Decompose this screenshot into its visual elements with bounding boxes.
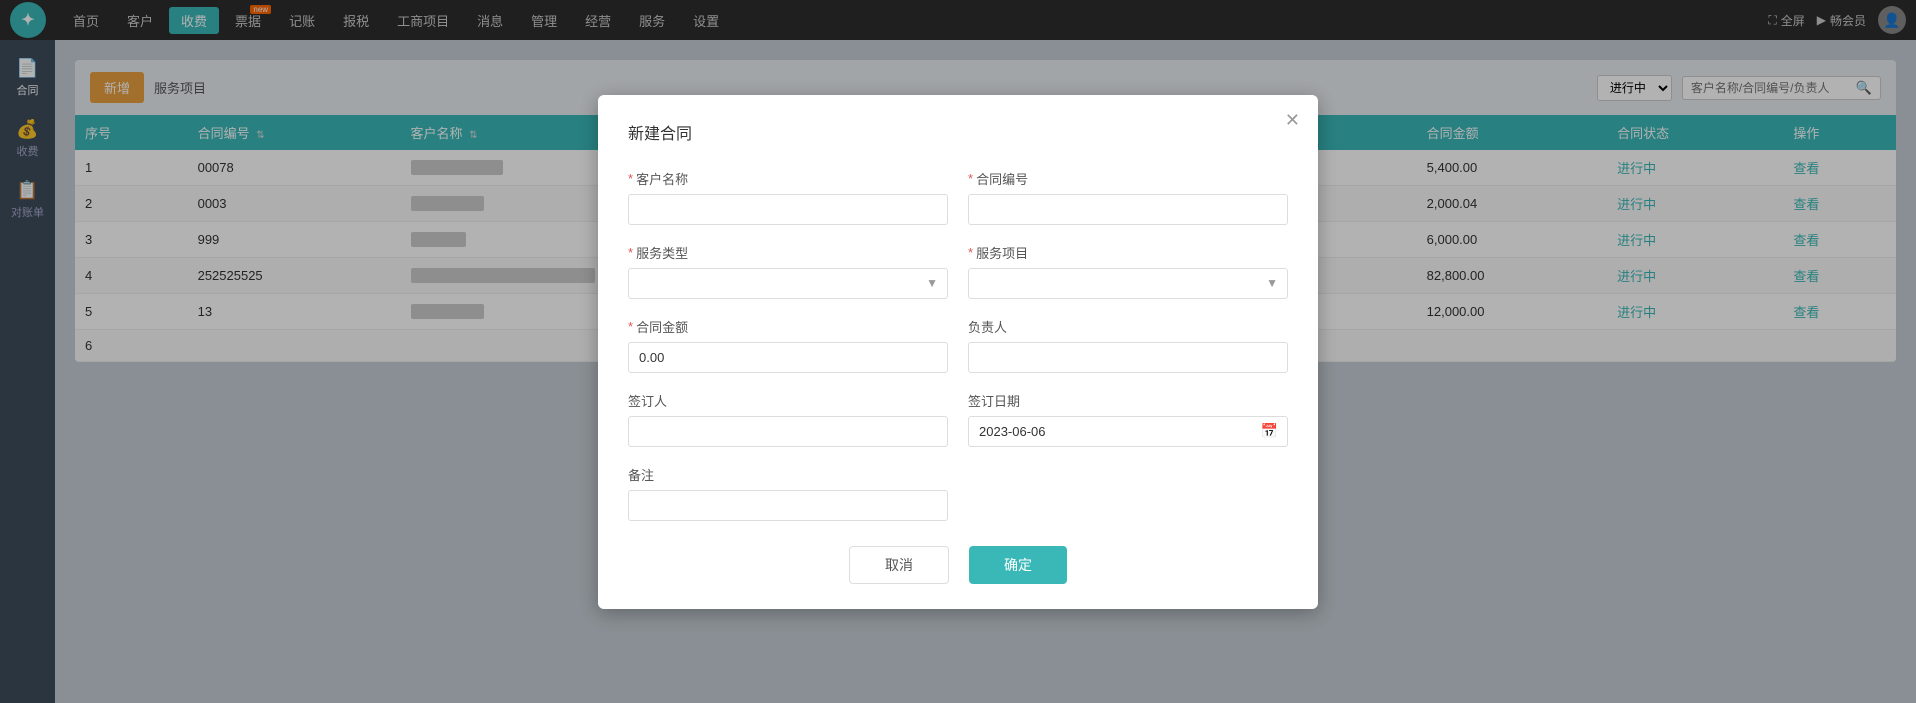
content-area: 新增 服务项目 进行中 已完成 已终止 🔍 序号 合同编号 <box>55 40 1916 703</box>
sign-date-label-text: 签订日期 <box>968 391 1020 410</box>
customer-name-label-text: 客户名称 <box>636 169 688 188</box>
field-remarks: 备注 <box>628 465 948 521</box>
field-contract-amount: * 合同金额 <box>628 317 948 373</box>
calendar-icon[interactable]: 📅 <box>1261 423 1278 440</box>
confirm-button[interactable]: 确定 <box>969 546 1067 584</box>
required-mark: * <box>628 245 633 260</box>
required-mark: * <box>628 171 633 186</box>
remarks-label-text: 备注 <box>628 465 654 484</box>
signer-input[interactable] <box>628 416 948 447</box>
label-contract-amount: * 合同金额 <box>628 317 948 336</box>
field-contract-no: * 合同编号 <box>968 169 1288 225</box>
modal-overlay: ✕ 新建合同 * 客户名称 * 合同编号 <box>55 40 1916 703</box>
contract-no-input[interactable] <box>968 194 1288 225</box>
field-service-item: * 服务项目 ▼ <box>968 243 1288 299</box>
customer-name-input[interactable] <box>628 194 948 225</box>
sign-date-input[interactable] <box>968 416 1288 447</box>
new-contract-modal: ✕ 新建合同 * 客户名称 * 合同编号 <box>598 95 1318 609</box>
service-type-wrapper: ▼ <box>628 268 948 299</box>
label-remarks: 备注 <box>628 465 948 484</box>
label-service-type: * 服务类型 <box>628 243 948 262</box>
responsible-input[interactable] <box>968 342 1288 373</box>
label-contract-no: * 合同编号 <box>968 169 1288 188</box>
service-item-wrapper: ▼ <box>968 268 1288 299</box>
label-service-item: * 服务项目 <box>968 243 1288 262</box>
service-item-label-text: 服务项目 <box>976 243 1028 262</box>
field-responsible: 负责人 <box>968 317 1288 373</box>
responsible-label-text: 负责人 <box>968 317 1007 336</box>
signer-label-text: 签订人 <box>628 391 667 410</box>
label-sign-date: 签订日期 <box>968 391 1288 410</box>
field-service-type: * 服务类型 ▼ <box>628 243 948 299</box>
form-row-5: 备注 <box>628 465 1288 521</box>
modal-close-button[interactable]: ✕ <box>1285 110 1300 131</box>
service-type-select[interactable] <box>628 268 948 299</box>
service-type-label-text: 服务类型 <box>636 243 688 262</box>
field-sign-date: 签订日期 📅 <box>968 391 1288 447</box>
label-responsible: 负责人 <box>968 317 1288 336</box>
remarks-input[interactable] <box>628 490 948 521</box>
label-signer: 签订人 <box>628 391 948 410</box>
service-item-select[interactable] <box>968 268 1288 299</box>
contract-amount-input[interactable] <box>628 342 948 373</box>
required-mark: * <box>968 171 973 186</box>
required-mark: * <box>968 245 973 260</box>
amount-label-text: 合同金额 <box>636 317 688 336</box>
empty-field <box>968 465 1288 521</box>
field-customer-name: * 客户名称 <box>628 169 948 225</box>
label-customer-name: * 客户名称 <box>628 169 948 188</box>
cancel-button[interactable]: 取消 <box>849 546 949 584</box>
contract-no-label-text: 合同编号 <box>976 169 1028 188</box>
form-row-3: * 合同金额 负责人 <box>628 317 1288 373</box>
field-signer: 签订人 <box>628 391 948 447</box>
modal-footer: 取消 确定 <box>628 546 1288 584</box>
form-row-2: * 服务类型 ▼ * 服务项目 <box>628 243 1288 299</box>
form-row-4: 签订人 签订日期 📅 <box>628 391 1288 447</box>
form-row-1: * 客户名称 * 合同编号 <box>628 169 1288 225</box>
date-field-wrapper: 📅 <box>968 416 1288 447</box>
modal-title: 新建合同 <box>628 120 1288 144</box>
required-mark: * <box>628 319 633 334</box>
